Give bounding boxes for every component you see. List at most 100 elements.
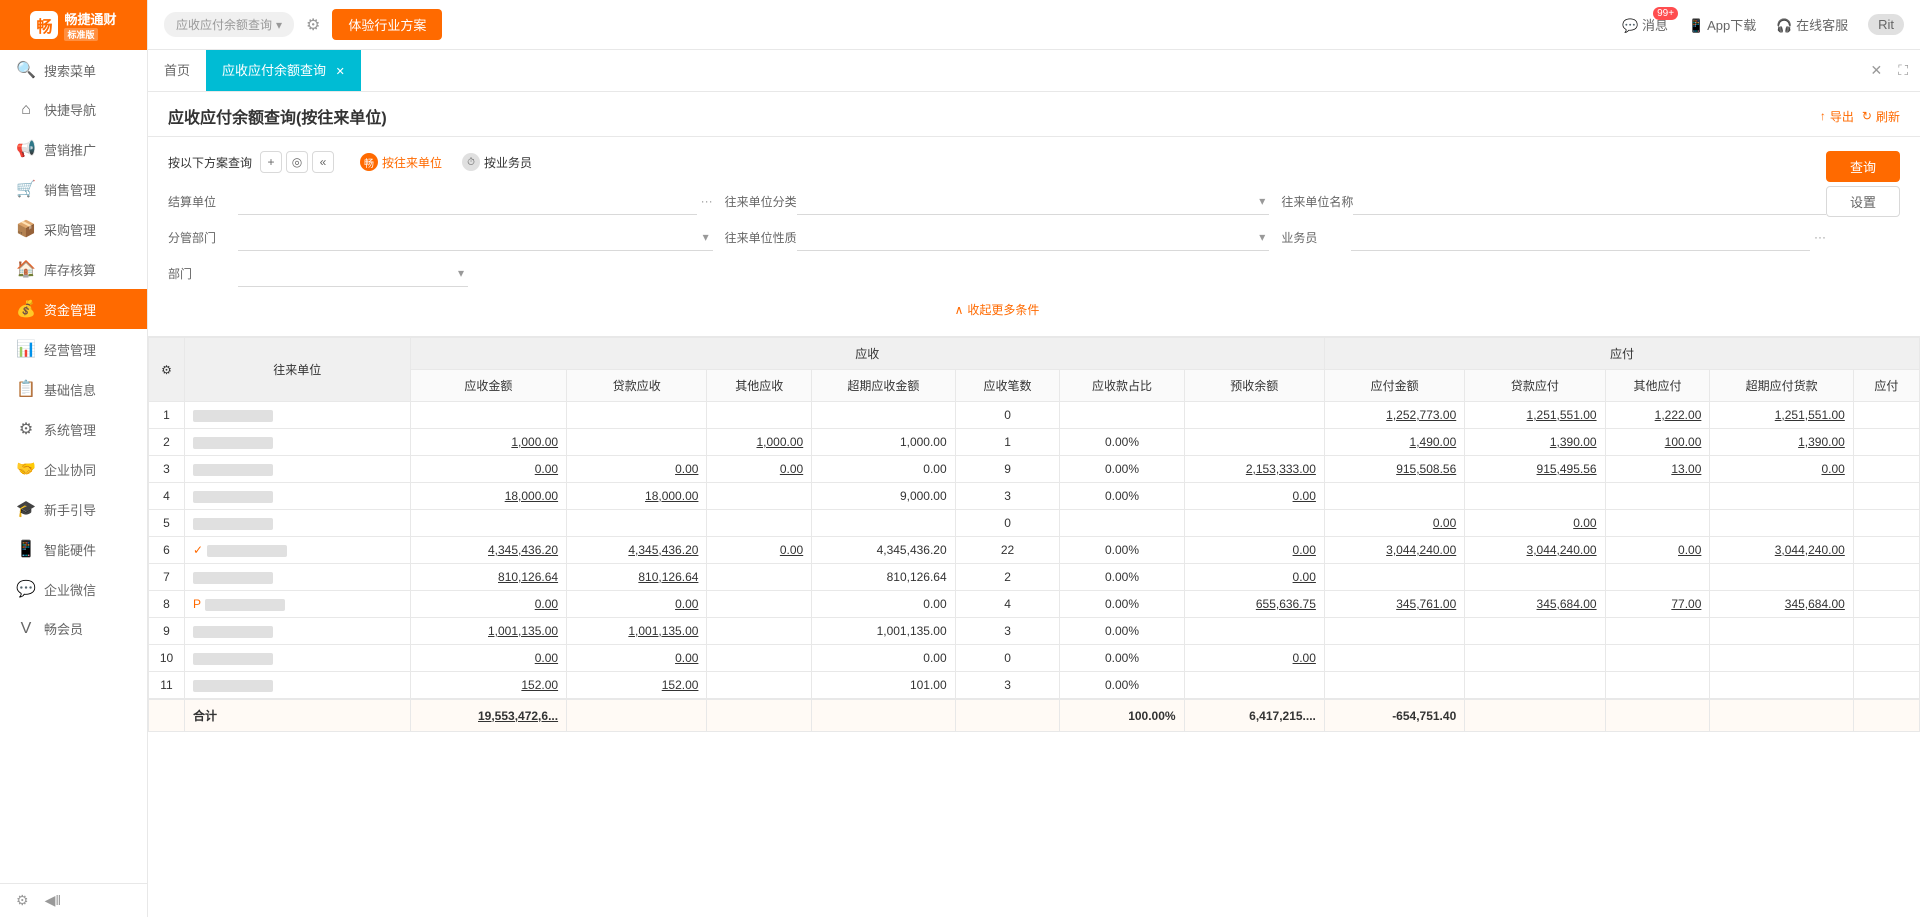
sidebar-item-system[interactable]: ⚙系统管理	[0, 409, 147, 449]
refresh-button[interactable]: ↻ 刷新	[1862, 108, 1900, 125]
table-cell[interactable]: 1,490.00	[1324, 429, 1464, 456]
table-cell[interactable]: 0.00	[410, 456, 566, 483]
tab-home[interactable]: 首页	[148, 50, 206, 91]
table-cell[interactable]: 0.00	[1184, 645, 1324, 672]
table-cell[interactable]: 77.00	[1605, 591, 1710, 618]
table-cell[interactable]: 345,761.00	[1324, 591, 1464, 618]
filter-select-dept[interactable]: ▾	[238, 223, 713, 251]
table-cell[interactable]: 0.00	[1184, 564, 1324, 591]
filter-input-jsunit[interactable]	[238, 187, 697, 215]
filter-add-icon[interactable]: +	[260, 151, 282, 173]
table-cell[interactable]: 13.00	[1605, 456, 1710, 483]
filter-select-bumen[interactable]: ▾	[238, 259, 468, 287]
table-cell[interactable]: 345,684.00	[1465, 591, 1605, 618]
table-cell[interactable]: 18,000.00	[410, 483, 566, 510]
filter-input-salesman[interactable]	[1351, 223, 1810, 251]
table-cell[interactable]: 1,390.00	[1710, 429, 1853, 456]
table-cell[interactable]: 0.00	[1710, 456, 1853, 483]
table-cell[interactable]: 3,044,240.00	[1324, 537, 1464, 564]
sidebar-item-guide[interactable]: 🎓新手引导	[0, 489, 147, 529]
sidebar-item-basic-info[interactable]: 📋基础信息	[0, 369, 147, 409]
tab-arbal[interactable]: 应收应付余额查询 ✕	[206, 50, 361, 91]
filter-collapse-btn[interactable]: ∧ 收起更多条件	[168, 295, 1826, 324]
table-cell[interactable]: 1,001,135.00	[410, 618, 566, 645]
table-cell[interactable]: 0.00	[1605, 537, 1710, 564]
filter-dots-salesman[interactable]: ···	[1814, 230, 1826, 244]
table-cell[interactable]: 0.00	[707, 456, 812, 483]
query-button[interactable]: 查询	[1826, 151, 1900, 182]
tab-close-window-icon[interactable]: ✕	[1866, 58, 1886, 83]
solution-button[interactable]: 体验行业方案	[332, 9, 442, 40]
topbar-gear-icon[interactable]: ⚙	[306, 15, 320, 35]
filter-scheme-partner[interactable]: 畅 按往来单位	[350, 149, 452, 175]
footer-ys-je[interactable]: 19,553,472,6...	[410, 699, 566, 732]
table-cell[interactable]: 0.00	[1184, 483, 1324, 510]
table-cell[interactable]: 0.00	[1465, 510, 1605, 537]
user-avatar[interactable]: Rit	[1868, 14, 1904, 35]
table-cell[interactable]: 0.00	[567, 591, 707, 618]
sidebar-item-member[interactable]: V畅会员	[0, 609, 147, 648]
tab-expand-icon[interactable]: ⛶	[1894, 58, 1912, 83]
table-cell[interactable]: 0.00	[1184, 537, 1324, 564]
table-cell: 0	[955, 510, 1060, 537]
filter-target-icon[interactable]: ◎	[286, 151, 308, 173]
app-download-link[interactable]: 📱 App下载	[1688, 15, 1756, 34]
table-cell[interactable]: 152.00	[567, 672, 707, 700]
message-icon-wrap[interactable]: 💬 消息 99+	[1622, 15, 1668, 34]
online-service-link[interactable]: 🎧 在线客服	[1776, 15, 1848, 34]
table-cell[interactable]: 0.00	[567, 456, 707, 483]
sidebar-item-operation[interactable]: 📊经营管理	[0, 329, 147, 369]
table-cell[interactable]: 0.00	[1324, 510, 1464, 537]
table-cell[interactable]: 100.00	[1605, 429, 1710, 456]
th-settings-icon[interactable]: ⚙	[149, 338, 185, 402]
setting-button[interactable]: 设置	[1826, 186, 1900, 217]
table-cell[interactable]: 0.00	[567, 645, 707, 672]
filter-dots-jsunit[interactable]: ···	[701, 194, 713, 208]
table-cell[interactable]: 1,251,551.00	[1710, 402, 1853, 429]
table-cell[interactable]: 0.00	[410, 591, 566, 618]
sidebar-item-cooperation[interactable]: 🤝企业协同	[0, 449, 147, 489]
sidebar-settings-icon[interactable]: ⚙	[16, 892, 29, 909]
table-cell[interactable]: 18,000.00	[567, 483, 707, 510]
filter-left-icon[interactable]: «	[312, 151, 334, 173]
filter-select-partner-type[interactable]: ▾	[797, 187, 1270, 215]
table-cell[interactable]: 4,345,436.20	[567, 537, 707, 564]
table-cell[interactable]: 1,000.00	[707, 429, 812, 456]
sidebar-item-sales[interactable]: 🛒销售管理	[0, 169, 147, 209]
table-cell[interactable]: 152.00	[410, 672, 566, 700]
table-cell	[1465, 483, 1605, 510]
table-cell[interactable]: 810,126.64	[567, 564, 707, 591]
table-cell[interactable]: 915,495.56	[1465, 456, 1605, 483]
table-cell[interactable]: 3,044,240.00	[1465, 537, 1605, 564]
sidebar-item-purchase[interactable]: 📦采购管理	[0, 209, 147, 249]
filter-scheme-salesman[interactable]: ⏱ 按业务员	[452, 149, 542, 175]
table-cell[interactable]: 3,044,240.00	[1710, 537, 1853, 564]
sidebar-item-finance[interactable]: 💰资金管理	[0, 289, 147, 329]
table-cell[interactable]: 1,222.00	[1605, 402, 1710, 429]
table-cell[interactable]: 1,000.00	[410, 429, 566, 456]
table-cell[interactable]: 0.00	[410, 645, 566, 672]
sidebar-item-inventory[interactable]: 🏠库存核算	[0, 249, 147, 289]
export-button[interactable]: ↑ 导出	[1820, 108, 1854, 125]
breadcrumb-arrow[interactable]: ▾	[276, 18, 282, 32]
sidebar-collapse-icon[interactable]: ◀‖	[45, 892, 62, 909]
table-cell[interactable]: 915,508.56	[1324, 456, 1464, 483]
sidebar-item-smart-hw[interactable]: 📱智能硬件	[0, 529, 147, 569]
sidebar-item-corp-wechat[interactable]: 💬企业微信	[0, 569, 147, 609]
filter-input-partner-name[interactable]	[1353, 187, 1826, 215]
table-cell[interactable]: 655,636.75	[1184, 591, 1324, 618]
filter-select-partner-nature[interactable]: ▾	[797, 223, 1270, 251]
sidebar-item-search-menu[interactable]: 🔍搜索菜单	[0, 50, 147, 90]
table-cell[interactable]: 0.00	[707, 537, 812, 564]
tab-close-icon[interactable]: ✕	[336, 66, 345, 78]
sidebar-item-quick-nav[interactable]: ⌂快捷导航	[0, 90, 147, 129]
sidebar-item-marketing[interactable]: 📢营销推广	[0, 129, 147, 169]
table-cell[interactable]: 810,126.64	[410, 564, 566, 591]
table-cell[interactable]: 2,153,333.00	[1184, 456, 1324, 483]
table-cell[interactable]: 1,252,773.00	[1324, 402, 1464, 429]
table-cell[interactable]: 1,390.00	[1465, 429, 1605, 456]
table-cell[interactable]: 1,251,551.00	[1465, 402, 1605, 429]
table-cell[interactable]: 1,001,135.00	[567, 618, 707, 645]
table-cell[interactable]: 4,345,436.20	[410, 537, 566, 564]
table-cell[interactable]: 345,684.00	[1710, 591, 1853, 618]
